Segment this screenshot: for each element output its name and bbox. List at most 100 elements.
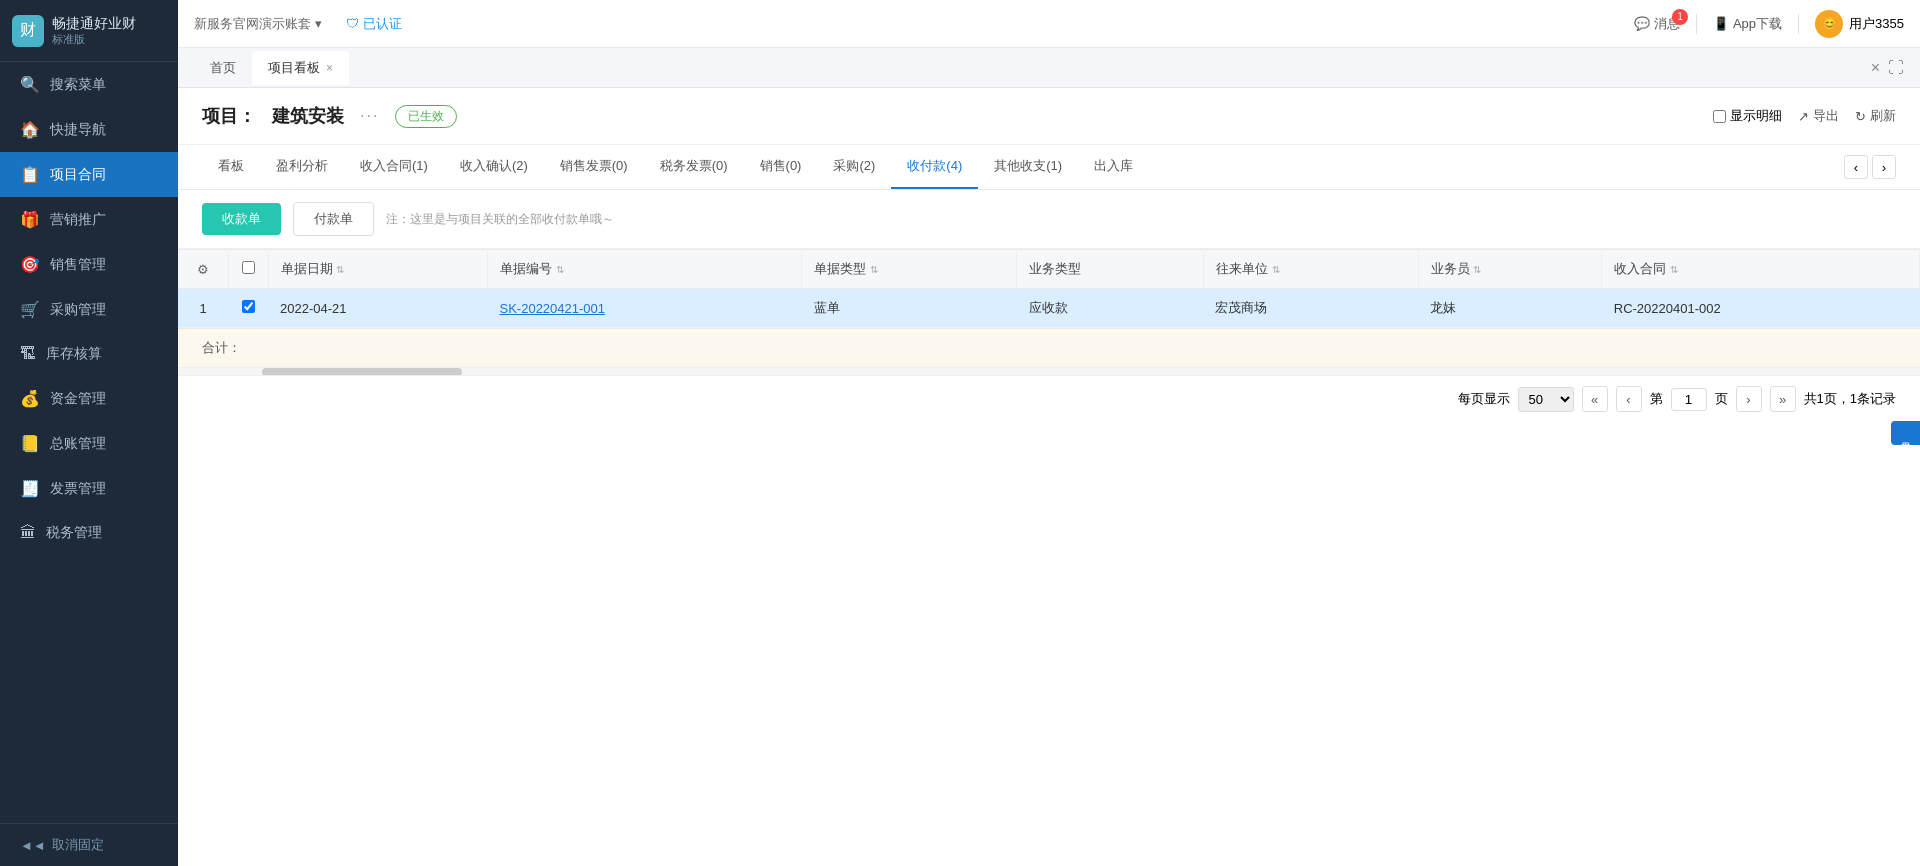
col-salesperson-label: 业务员 — [1431, 261, 1470, 276]
sidebar-item-sales-mgmt[interactable]: 🎯 销售管理 — [0, 242, 178, 287]
project-selector[interactable]: 新服务官网演示账套 ▾ — [194, 15, 322, 33]
total-label: 合计： — [202, 340, 241, 355]
select-all-checkbox[interactable] — [242, 261, 255, 274]
col-bill-type-sort-icon[interactable]: ⇅ — [870, 264, 878, 275]
row-checkbox[interactable] — [242, 300, 255, 313]
payment-bill-button[interactable]: 付款单 — [293, 202, 374, 236]
row-income-contract: RC-20220401-002 — [1602, 289, 1920, 328]
filter-bar: 收款单 付款单 注：这里是与项目关联的全部收付款单哦～ — [178, 190, 1920, 249]
col-salesperson-sort-icon[interactable]: ⇅ — [1473, 264, 1481, 275]
col-income-contract[interactable]: 收入合同 ⇅ — [1602, 250, 1920, 289]
col-partner-sort-icon[interactable]: ⇅ — [1272, 264, 1280, 275]
col-settings[interactable]: ⚙ — [178, 250, 228, 289]
page-label: 第 — [1650, 390, 1663, 408]
tab-close-icon[interactable]: × — [326, 61, 333, 75]
settings-icon[interactable]: ⚙ — [197, 262, 209, 277]
main-area: 新服务官网演示账套 ▾ 🛡 已认证 💬 消息 1 📱 App下载 😊 用 — [178, 0, 1920, 866]
sidebar-item-capital[interactable]: 💰 资金管理 — [0, 376, 178, 421]
sub-tab-next[interactable]: › — [1872, 155, 1896, 179]
sub-tab-sales-invoice[interactable]: 销售发票(0) — [544, 145, 644, 189]
prev-page-button[interactable]: ‹ — [1616, 386, 1642, 412]
sidebar-unpin[interactable]: ◄◄ 取消固定 — [0, 823, 178, 866]
table-row[interactable]: 1 2022-04-21 SK-20220421-001 蓝单 应收款 宏茂商场… — [178, 289, 1920, 328]
col-bill-type[interactable]: 单据类型 ⇅ — [802, 250, 1017, 289]
quick-nav-icon: 🏠 — [20, 120, 40, 139]
sidebar-item-ledger[interactable]: 📒 总账管理 — [0, 421, 178, 466]
export-button[interactable]: ↗ 导出 — [1798, 107, 1839, 125]
tab-home[interactable]: 首页 — [194, 51, 252, 85]
project-actions: 显示明细 ↗ 导出 ↻ 刷新 — [1713, 107, 1896, 125]
sub-tab-tax-invoice[interactable]: 税务发票(0) — [644, 145, 744, 189]
sub-tab-purchase[interactable]: 采购(2) — [817, 145, 891, 189]
sub-tab-kanban[interactable]: 看板 — [202, 145, 260, 189]
sidebar-item-invoice[interactable]: 🧾 发票管理 — [0, 466, 178, 511]
project-title: 建筑安装 — [272, 104, 344, 128]
receipt-bill-button[interactable]: 收款单 — [202, 203, 281, 235]
search-icon: 🔍 — [20, 75, 40, 94]
sidebar-item-label-search: 搜索菜单 — [50, 76, 106, 94]
sub-tab-receipts[interactable]: 收付款(4) — [891, 145, 978, 189]
col-code[interactable]: 单据编号 ⇅ — [488, 250, 802, 289]
unpin-label: 取消固定 — [52, 836, 104, 854]
sub-tab-income-confirm[interactable]: 收入确认(2) — [444, 145, 544, 189]
col-date-sort-icon[interactable]: ⇅ — [336, 264, 344, 275]
inventory-icon: 🏗 — [20, 345, 36, 363]
sub-tab-in-out[interactable]: 出入库 — [1078, 145, 1149, 189]
refresh-button[interactable]: ↻ 刷新 — [1855, 107, 1896, 125]
project-label: 项目： — [202, 104, 256, 128]
app-download-button[interactable]: 📱 App下载 — [1713, 15, 1782, 33]
sidebar-item-purchase-mgmt[interactable]: 🛒 采购管理 — [0, 287, 178, 332]
sales-mgmt-icon: 🎯 — [20, 255, 40, 274]
sidebar-nav: 🔍 搜索菜单 🏠 快捷导航 📋 项目合同 🎁 营销推广 🎯 销售管理 🛒 采购管… — [0, 62, 178, 823]
page-number-input[interactable] — [1671, 388, 1707, 411]
last-page-button[interactable]: » — [1770, 386, 1796, 412]
divider-1 — [1696, 14, 1697, 34]
table-container: ⚙ 单据日期 ⇅ 单据编号 ⇅ — [178, 249, 1920, 328]
sidebar-item-project-contract[interactable]: 📋 项目合同 — [0, 152, 178, 197]
sub-tabs: 看板 盈利分析 收入合同(1) 收入确认(2) 销售发票(0) 税务发票(0) … — [178, 145, 1920, 190]
show-detail-label: 显示明细 — [1730, 107, 1782, 125]
sidebar-item-marketing[interactable]: 🎁 营销推广 — [0, 197, 178, 242]
sub-tab-prev[interactable]: ‹ — [1844, 155, 1868, 179]
page-size-select[interactable]: 50 20 100 — [1518, 387, 1574, 412]
purchase-mgmt-icon: 🛒 — [20, 300, 40, 319]
user-menu[interactable]: 😊 用户3355 — [1815, 10, 1904, 38]
sub-tab-sales[interactable]: 销售(0) — [744, 145, 818, 189]
receipts-table: ⚙ 单据日期 ⇅ 单据编号 ⇅ — [178, 249, 1920, 328]
col-code-sort-icon[interactable]: ⇅ — [556, 264, 564, 275]
scrollbar-area[interactable] — [178, 367, 1920, 375]
filter-note: 注：这里是与项目关联的全部收付款单哦～ — [386, 211, 614, 228]
sidebar-item-label-invoice: 发票管理 — [50, 480, 106, 498]
app-name-block: 畅捷通好业财 标准版 — [52, 14, 136, 47]
first-page-button[interactable]: « — [1582, 386, 1608, 412]
project-contract-icon: 📋 — [20, 165, 40, 184]
project-more-icon[interactable]: ··· — [360, 107, 379, 125]
close-window-icon[interactable]: × — [1871, 59, 1880, 77]
sub-tab-income-contract[interactable]: 收入合同(1) — [344, 145, 444, 189]
col-partner[interactable]: 往来单位 ⇅ — [1203, 250, 1418, 289]
col-partner-label: 往来单位 — [1216, 261, 1268, 276]
row-code-link[interactable]: SK-20220421-001 — [500, 301, 606, 316]
sidebar-item-quick-nav[interactable]: 🏠 快捷导航 — [0, 107, 178, 152]
row-code[interactable]: SK-20220421-001 — [488, 289, 802, 328]
sidebar-item-search[interactable]: 🔍 搜索菜单 — [0, 62, 178, 107]
maximize-window-icon[interactable]: ⛶ — [1888, 59, 1904, 77]
sidebar-item-inventory[interactable]: 🏗 库存核算 — [0, 332, 178, 376]
verified-badge: 🛡 已认证 — [346, 15, 402, 33]
tab-project-board[interactable]: 项目看板 × — [252, 51, 349, 85]
col-business-type-label: 业务类型 — [1029, 261, 1081, 276]
row-checkbox-cell[interactable] — [228, 289, 268, 328]
sub-tab-other-income[interactable]: 其他收支(1) — [978, 145, 1078, 189]
col-salesperson[interactable]: 业务员 ⇅ — [1418, 250, 1601, 289]
topbar: 新服务官网演示账套 ▾ 🛡 已认证 💬 消息 1 📱 App下载 😊 用 — [178, 0, 1920, 48]
messages-button[interactable]: 💬 消息 1 — [1634, 15, 1680, 33]
sub-tab-profit[interactable]: 盈利分析 — [260, 145, 344, 189]
col-date[interactable]: 单据日期 ⇅ — [268, 250, 488, 289]
col-income-contract-sort-icon[interactable]: ⇅ — [1670, 264, 1678, 275]
feedback-button[interactable]: 意见 — [1891, 421, 1920, 445]
sidebar-item-tax[interactable]: 🏛 税务管理 — [0, 511, 178, 555]
next-page-button[interactable]: › — [1736, 386, 1762, 412]
show-detail-checkbox[interactable] — [1713, 110, 1726, 123]
sub-tab-nav: ‹ › — [1844, 155, 1896, 179]
show-detail-toggle[interactable]: 显示明细 — [1713, 107, 1782, 125]
